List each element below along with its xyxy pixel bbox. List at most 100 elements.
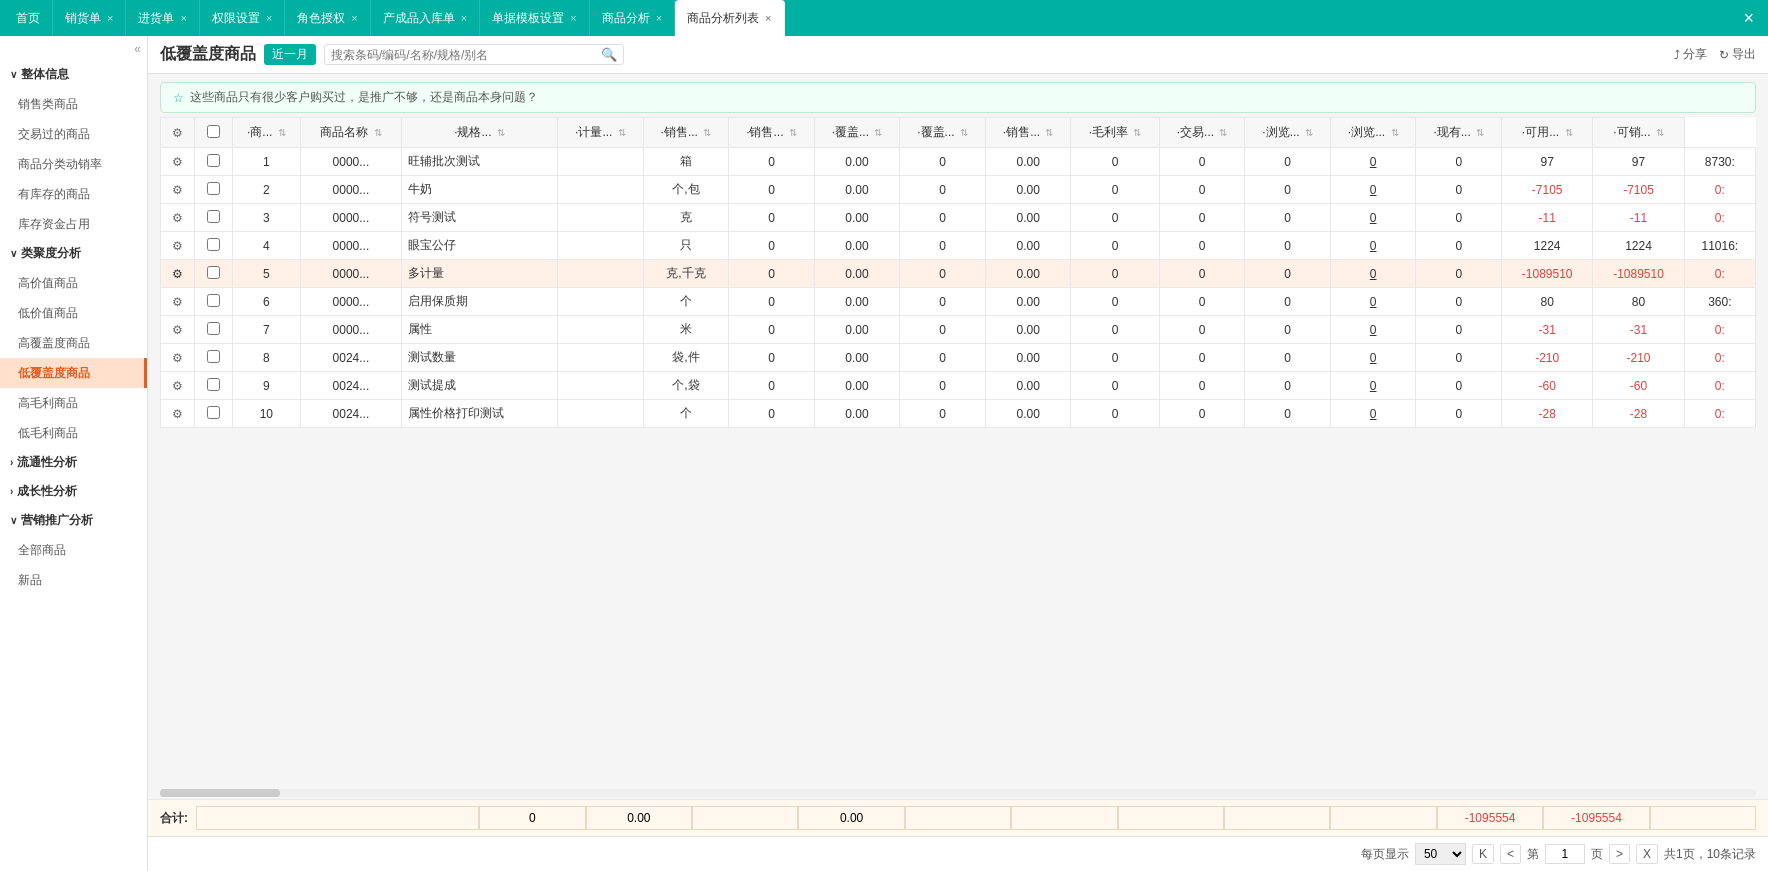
row-select-checkbox[interactable] <box>207 210 220 223</box>
search-input[interactable] <box>331 48 601 62</box>
nav-tab-inventory[interactable]: 产成品入库单 × <box>371 0 480 36</box>
nav-tab-purchase[interactable]: 进货单 × <box>126 0 199 36</box>
row-gear[interactable]: ⚙ <box>161 260 195 288</box>
row-gear[interactable]: ⚙ <box>161 400 195 428</box>
row-checkbox[interactable] <box>195 344 232 372</box>
col-browse1[interactable]: ·浏览... ⇅ <box>1245 118 1331 148</box>
col-browse2[interactable]: ·浏览... ⇅ <box>1330 118 1416 148</box>
nav-tab-sales[interactable]: 销货单 × <box>53 0 126 36</box>
row-select-checkbox[interactable] <box>207 154 220 167</box>
close-icon[interactable]: × <box>180 12 186 24</box>
col-cover2[interactable]: ·覆盖... ⇅ <box>900 118 986 148</box>
row-browse1[interactable]: 0 <box>1330 372 1416 400</box>
row-gear[interactable]: ⚙ <box>161 372 195 400</box>
sidebar-item-low-margin[interactable]: 低毛利商品 <box>0 418 147 448</box>
last-page-button[interactable]: X <box>1636 844 1658 864</box>
col-code[interactable]: ·商... ⇅ <box>232 118 300 148</box>
sidebar-section-general[interactable]: ∨ 整体信息 <box>0 60 147 89</box>
col-cover1[interactable]: ·覆盖... ⇅ <box>814 118 900 148</box>
sidebar-item-sales-goods[interactable]: 销售类商品 <box>0 89 147 119</box>
col-sales-amt[interactable]: ·销售... ⇅ <box>729 118 815 148</box>
next-page-button[interactable]: > <box>1609 844 1630 864</box>
row-browse1[interactable]: 0 <box>1330 260 1416 288</box>
row-browse1[interactable]: 0 <box>1330 148 1416 176</box>
row-browse1[interactable]: 0 <box>1330 176 1416 204</box>
row-browse1[interactable]: 0 <box>1330 400 1416 428</box>
prev-page-button[interactable]: < <box>1500 844 1521 864</box>
sidebar-item-stock-funds[interactable]: 库存资金占用 <box>0 209 147 239</box>
sidebar-collapse-button[interactable]: « <box>0 36 147 60</box>
row-gear[interactable]: ⚙ <box>161 204 195 232</box>
close-icon[interactable]: × <box>107 12 113 24</box>
horizontal-scrollbar[interactable] <box>160 789 1756 797</box>
sidebar-item-traded-goods[interactable]: 交易过的商品 <box>0 119 147 149</box>
sidebar-section-cluster[interactable]: ∨ 类聚度分析 <box>0 239 147 268</box>
row-select-checkbox[interactable] <box>207 378 220 391</box>
col-sales-qty[interactable]: ·销售... ⇅ <box>643 118 729 148</box>
sidebar-item-low-value[interactable]: 低价值商品 <box>0 298 147 328</box>
col-name[interactable]: 商品名称 ⇅ <box>301 118 402 148</box>
sidebar-section-liquidity[interactable]: › 流通性分析 <box>0 448 147 477</box>
row-browse1[interactable]: 0 <box>1330 204 1416 232</box>
row-select-checkbox[interactable] <box>207 406 220 419</box>
sidebar-item-all-goods[interactable]: 全部商品 <box>0 535 147 565</box>
row-checkbox[interactable] <box>195 260 232 288</box>
nav-tab-goods-analysis-list[interactable]: 商品分析列表 × <box>675 0 784 36</box>
sidebar-section-marketing[interactable]: ∨ 营销推广分析 <box>0 506 147 535</box>
search-box[interactable]: 🔍 <box>324 44 624 65</box>
sidebar-section-growth[interactable]: › 成长性分析 <box>0 477 147 506</box>
sidebar-item-high-value[interactable]: 高价值商品 <box>0 268 147 298</box>
row-checkbox[interactable] <box>195 288 232 316</box>
page-number-input[interactable] <box>1545 844 1585 864</box>
row-select-checkbox[interactable] <box>207 238 220 251</box>
nav-tab-roles[interactable]: 角色授权 × <box>285 0 370 36</box>
row-checkbox[interactable] <box>195 400 232 428</box>
close-icon[interactable]: × <box>570 12 576 24</box>
time-filter-button[interactable]: 近一月 <box>264 44 316 65</box>
close-icon[interactable]: × <box>461 12 467 24</box>
nav-tab-goods-analysis[interactable]: 商品分析 × <box>590 0 675 36</box>
row-checkbox[interactable] <box>195 148 232 176</box>
row-browse1[interactable]: 0 <box>1330 344 1416 372</box>
row-gear[interactable]: ⚙ <box>161 176 195 204</box>
close-icon[interactable]: × <box>266 12 272 24</box>
col-gear[interactable]: ⚙ <box>161 118 195 148</box>
row-checkbox[interactable] <box>195 232 232 260</box>
table-container[interactable]: ⚙ ·商... ⇅ 商品名称 ⇅ ·规格... ⇅ ·计量... ⇅ ·销售..… <box>160 117 1756 789</box>
sidebar-item-new-goods[interactable]: 新品 <box>0 565 147 595</box>
sidebar-item-category-rate[interactable]: 商品分类动销率 <box>0 149 147 179</box>
per-page-select[interactable]: 50 20 100 200 <box>1415 843 1466 865</box>
close-all-button[interactable]: × <box>1733 0 1764 36</box>
close-icon[interactable]: × <box>351 12 357 24</box>
row-browse1[interactable]: 0 <box>1330 316 1416 344</box>
col-spec[interactable]: ·规格... ⇅ <box>401 118 557 148</box>
export-button[interactable]: ↻ 导出 <box>1719 46 1756 63</box>
row-checkbox[interactable] <box>195 316 232 344</box>
sidebar-item-low-coverage[interactable]: 低覆盖度商品 <box>0 358 147 388</box>
col-unit[interactable]: ·计量... ⇅ <box>558 118 644 148</box>
col-checkbox[interactable] <box>195 118 232 148</box>
close-icon[interactable]: × <box>765 12 771 24</box>
close-icon[interactable]: × <box>656 12 662 24</box>
share-button[interactable]: ⤴ 分享 <box>1674 46 1707 63</box>
row-select-checkbox[interactable] <box>207 266 220 279</box>
row-gear[interactable]: ⚙ <box>161 148 195 176</box>
row-browse1[interactable]: 0 <box>1330 232 1416 260</box>
first-page-button[interactable]: K <box>1472 844 1494 864</box>
sidebar-item-high-margin[interactable]: 高毛利商品 <box>0 388 147 418</box>
col-margin[interactable]: ·毛利率 ⇅ <box>1071 118 1159 148</box>
row-checkbox[interactable] <box>195 372 232 400</box>
select-all-checkbox[interactable] <box>207 125 220 138</box>
row-select-checkbox[interactable] <box>207 350 220 363</box>
row-select-checkbox[interactable] <box>207 322 220 335</box>
row-gear[interactable]: ⚙ <box>161 288 195 316</box>
col-sales3[interactable]: ·销售... ⇅ <box>985 118 1071 148</box>
col-sellable[interactable]: ·可销... ⇅ <box>1593 118 1684 148</box>
row-gear[interactable]: ⚙ <box>161 316 195 344</box>
row-browse1[interactable]: 0 <box>1330 288 1416 316</box>
row-checkbox[interactable] <box>195 204 232 232</box>
col-available[interactable]: ·可用... ⇅ <box>1502 118 1593 148</box>
row-select-checkbox[interactable] <box>207 294 220 307</box>
nav-tab-permissions[interactable]: 权限设置 × <box>200 0 285 36</box>
row-gear[interactable]: ⚙ <box>161 232 195 260</box>
